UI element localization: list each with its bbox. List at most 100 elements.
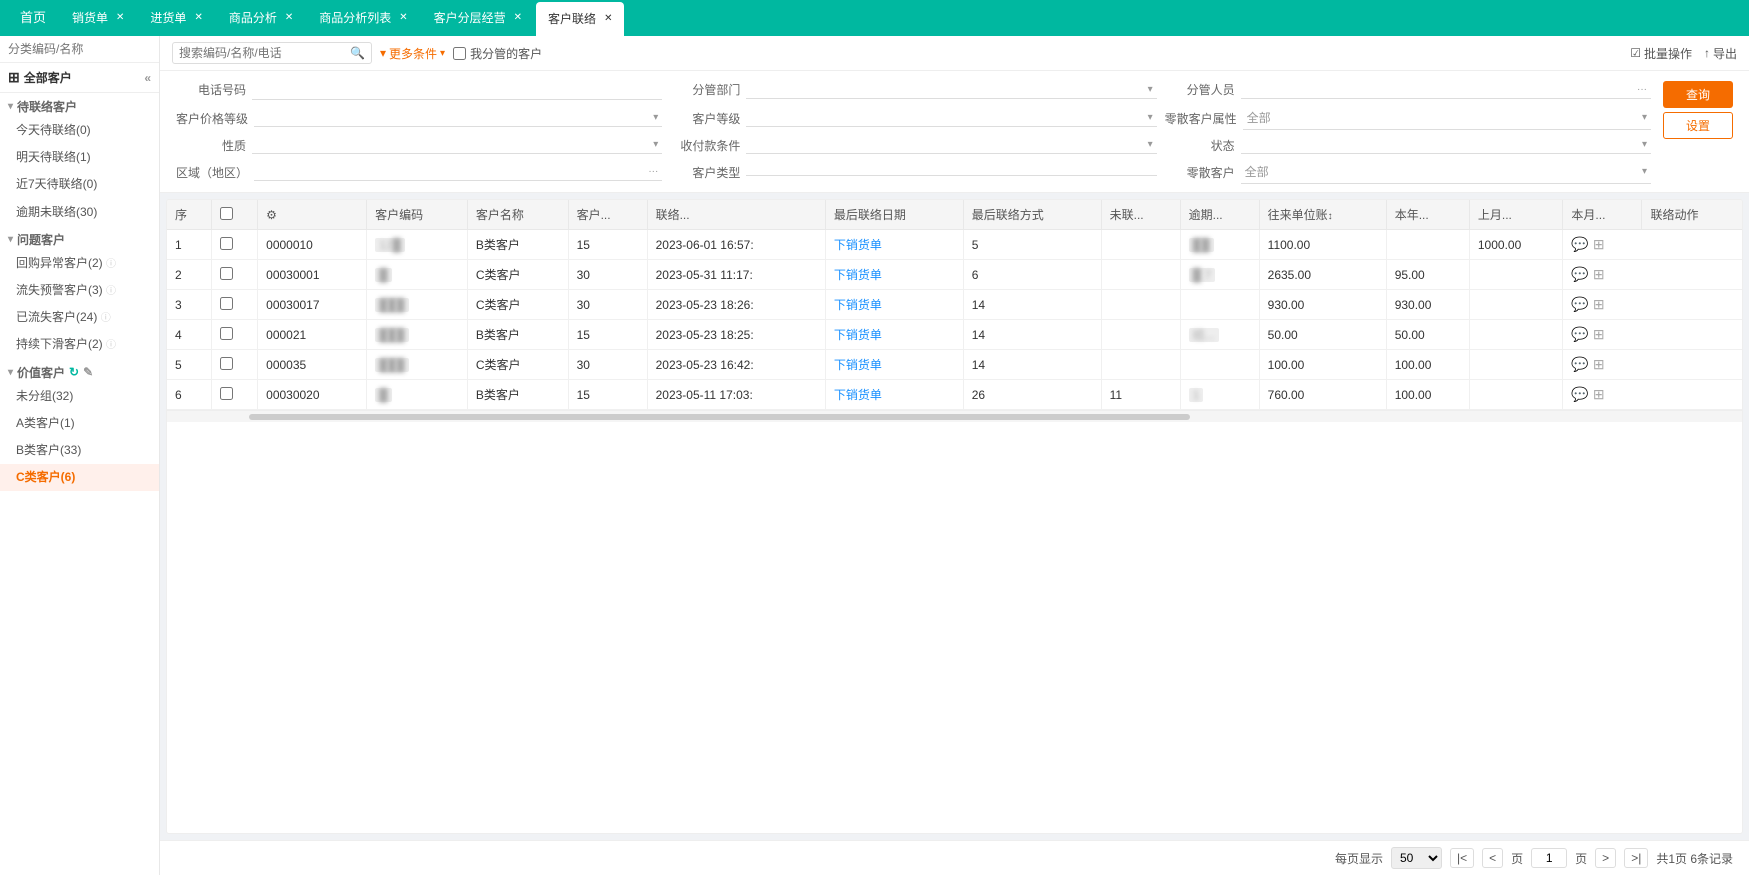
sidebar-lost[interactable]: 已流失客户(24) ⓘ (0, 304, 159, 331)
customer-grade-select[interactable]: ▾ (746, 109, 1156, 127)
nav-customer-tier-close[interactable]: ✕ (514, 0, 522, 36)
sidebar-class-a[interactable]: A类客户(1) (0, 410, 159, 437)
content-area: 🔍 ▾ 更多条件 ▾ 我分管的客户 ☑ 批量操作 ↑ 导出 (160, 36, 1749, 875)
grid-icon[interactable]: ⊞ (1593, 386, 1605, 403)
cell-last-method[interactable]: 下销货单 (825, 230, 963, 260)
col-settings[interactable]: ⚙ (258, 200, 367, 230)
row-checkbox[interactable] (220, 237, 233, 250)
cell-index: 3 (167, 290, 211, 320)
nav-purchase-close[interactable]: ✕ (194, 0, 202, 36)
problem-group-label: ▾ 问题客户 (0, 226, 159, 250)
manager-select[interactable]: ··· (1241, 81, 1651, 99)
nav-goods-analysis[interactable]: 商品分析 ✕ (217, 0, 305, 36)
row-checkbox[interactable] (220, 297, 233, 310)
chat-icon[interactable]: 💬 (1571, 266, 1588, 283)
batch-operation-btn[interactable]: ☑ 批量操作 (1630, 45, 1692, 62)
more-conditions-btn[interactable]: ▾ 更多条件 ▾ (380, 45, 445, 62)
sidebar-tomorrow[interactable]: 明天待联络(1) (0, 144, 159, 171)
contact-method-link[interactable]: 下销货单 (834, 298, 882, 312)
chat-icon[interactable]: 💬 (1571, 236, 1588, 253)
grid-icon[interactable]: ⊞ (1593, 356, 1605, 373)
gender-select[interactable]: ▾ (252, 136, 662, 154)
retail-customer-select[interactable]: 全部 ▾ (1241, 160, 1651, 184)
setting-button[interactable]: 设置 (1663, 112, 1733, 139)
cell-last-method[interactable]: 下销货单 (825, 290, 963, 320)
nav-sales[interactable]: 销货单 ✕ (60, 0, 136, 36)
filter-customer-type: 客户类型 (670, 164, 1156, 181)
my-customers-checkbox[interactable]: 我分管的客户 (453, 45, 542, 62)
nav-sales-close[interactable]: ✕ (116, 0, 124, 36)
export-btn[interactable]: ↑ 导出 (1704, 45, 1737, 62)
refresh-icon[interactable]: ↻ (69, 365, 79, 379)
cell-index: 6 (167, 380, 211, 410)
nav-customer-contact[interactable]: 客户联络 ✕ (536, 2, 624, 36)
nav-home[interactable]: 首页 (8, 0, 58, 36)
grid-icon[interactable]: ⊞ (1593, 266, 1605, 283)
nav-purchase[interactable]: 进货单 ✕ (138, 0, 214, 36)
chat-icon[interactable]: 💬 (1571, 356, 1588, 373)
sidebar-collapse-icon[interactable]: « (144, 71, 151, 85)
sidebar-class-b[interactable]: B类客户(33) (0, 437, 159, 464)
contact-method-link[interactable]: 下销货单 (834, 238, 882, 252)
my-customers-check[interactable] (453, 47, 466, 60)
row-checkbox[interactable] (220, 267, 233, 280)
cell-actions: 💬 ⊞ (1563, 320, 1642, 350)
sidebar-today[interactable]: 今天待联络(0) (0, 117, 159, 144)
retail-attr-select[interactable]: 全部 ▾ (1243, 106, 1651, 130)
next-page-btn[interactable]: > (1595, 848, 1616, 868)
nav-goods-analysis-list-close[interactable]: ✕ (399, 0, 407, 36)
query-button[interactable]: 查询 (1663, 81, 1733, 108)
cell-contact-cycle: 30 (568, 350, 647, 380)
sidebar-overdue[interactable]: 逾期未联络(30) (0, 199, 159, 226)
dept-select[interactable]: ▾ (746, 81, 1156, 99)
first-page-btn[interactable]: |< (1450, 848, 1474, 868)
sidebar-continuous-down[interactable]: 持续下滑客户(2) ⓘ (0, 331, 159, 358)
region-select[interactable]: ··· (254, 163, 662, 181)
page-input[interactable] (1531, 848, 1567, 868)
customer-type-select[interactable] (746, 169, 1156, 176)
nav-customer-contact-close[interactable]: ✕ (604, 2, 612, 36)
prev-page-btn[interactable]: < (1482, 848, 1503, 868)
grid-icon[interactable]: ⊞ (1593, 236, 1605, 253)
chat-icon[interactable]: 💬 (1571, 296, 1588, 313)
contact-method-link[interactable]: 下销货单 (834, 268, 882, 282)
edit-icon[interactable]: ✎ (83, 365, 93, 379)
last-page-btn[interactable]: >| (1624, 848, 1648, 868)
per-page-select[interactable]: 50 100 (1391, 847, 1442, 869)
sidebar-repurchase-abnormal[interactable]: 回购异常客户(2) ⓘ (0, 250, 159, 277)
col-current-month: 本月... (1563, 200, 1642, 230)
value-grade-select[interactable]: ▾ (254, 109, 662, 127)
sidebar-unclassified[interactable]: 未分组(32) (0, 383, 159, 410)
row-checkbox[interactable] (220, 327, 233, 340)
cell-last-method[interactable]: 下销货单 (825, 380, 963, 410)
cell-last-method[interactable]: 下销货单 (825, 320, 963, 350)
row-checkbox[interactable] (220, 357, 233, 370)
cell-last-method[interactable]: 下销货单 (825, 350, 963, 380)
contact-method-link[interactable]: 下销货单 (834, 328, 882, 342)
search-input[interactable] (179, 46, 350, 60)
grid-icon[interactable]: ⊞ (1593, 296, 1605, 313)
all-customers-header[interactable]: ⊞ 全部客户 « (0, 63, 159, 93)
status-select[interactable]: ▾ (1241, 136, 1651, 154)
chat-icon[interactable]: 💬 (1571, 386, 1588, 403)
contact-method-link[interactable]: 下销货单 (834, 358, 882, 372)
filter-row-1: 电话号码 分管部门 ▾ 分管人员 (176, 79, 1651, 100)
nav-customer-tier[interactable]: 客户分层经营 ✕ (422, 0, 534, 36)
sidebar-search-input[interactable] (8, 42, 160, 56)
cell-current-year: 100.00 (1259, 350, 1386, 380)
sidebar-lost-risk[interactable]: 流失预警客户(3) ⓘ (0, 277, 159, 304)
select-all-checkbox[interactable] (220, 207, 233, 220)
nav-goods-analysis-close[interactable]: ✕ (285, 0, 293, 36)
sidebar-class-c[interactable]: C类客户(6) (0, 464, 159, 491)
contact-method-link[interactable]: 下销货单 (834, 388, 882, 402)
grid-icon[interactable]: ⊞ (1593, 326, 1605, 343)
search-icon[interactable]: 🔍 (350, 46, 365, 60)
table-scrollbar[interactable] (167, 410, 1742, 422)
cell-last-method[interactable]: 下销货单 (825, 260, 963, 290)
sidebar-week[interactable]: 近7天待联络(0) (0, 171, 159, 198)
row-checkbox[interactable] (220, 387, 233, 400)
nav-goods-analysis-list[interactable]: 商品分析列表 ✕ (307, 0, 419, 36)
chat-icon[interactable]: 💬 (1571, 326, 1588, 343)
payment-select[interactable]: ▾ (746, 136, 1156, 154)
phone-input[interactable] (252, 79, 662, 100)
